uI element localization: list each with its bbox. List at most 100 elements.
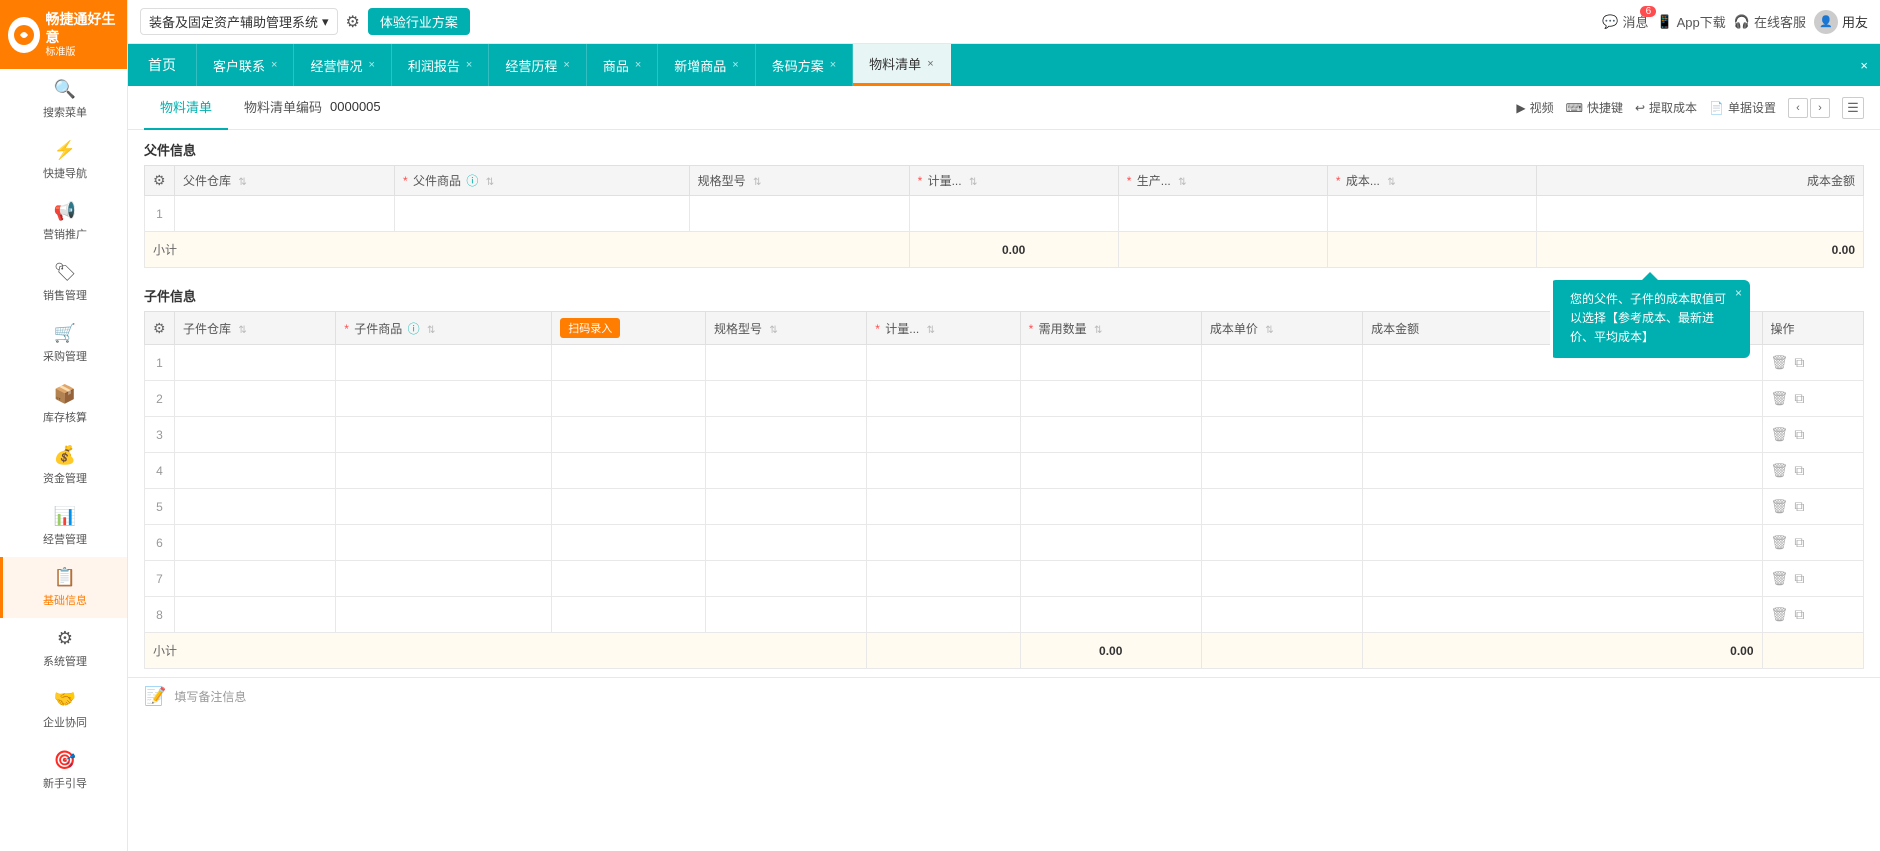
cell-produce[interactable] bbox=[1118, 196, 1327, 232]
cell-child-unit[interactable] bbox=[867, 489, 1020, 525]
system-selector[interactable]: 装备及固定资产辅助管理系统 ▾ bbox=[140, 8, 338, 35]
close-icon[interactable]: × bbox=[635, 59, 641, 71]
user-menu[interactable]: 👤 用友 bbox=[1814, 10, 1868, 34]
copy-icon[interactable]: ⧉ bbox=[1794, 498, 1804, 515]
cell-child-goods[interactable] bbox=[336, 597, 552, 633]
cell-child-unit[interactable] bbox=[867, 597, 1020, 633]
cell-child-spec[interactable] bbox=[705, 525, 866, 561]
tab-barcode[interactable]: 条码方案 × bbox=[756, 44, 853, 86]
info-icon[interactable]: ⓘ bbox=[408, 322, 420, 336]
close-icon[interactable]: × bbox=[466, 59, 472, 71]
cell-required-qty[interactable] bbox=[1020, 525, 1201, 561]
gear-icon[interactable]: ⚙ bbox=[153, 172, 166, 188]
sort-icon[interactable]: ⇅ bbox=[1387, 177, 1395, 188]
cell-child-warehouse[interactable] bbox=[175, 345, 336, 381]
tab-operation[interactable]: 经营情况 × bbox=[294, 44, 391, 86]
sidebar-item-1[interactable]: ⚡快捷导航 bbox=[0, 130, 127, 191]
sidebar-item-3[interactable]: 🏷销售管理 bbox=[0, 252, 127, 313]
cell-child-warehouse[interactable] bbox=[175, 381, 336, 417]
sort-icon[interactable]: ⇅ bbox=[1094, 325, 1102, 336]
scan-button[interactable]: 扫码录入 bbox=[560, 318, 620, 338]
close-icon[interactable]: × bbox=[732, 59, 738, 71]
try-button[interactable]: 体验行业方案 bbox=[368, 8, 470, 35]
cell-child-spec[interactable] bbox=[705, 561, 866, 597]
tab-home[interactable]: 首页 bbox=[128, 44, 197, 86]
message-badge-wrapper[interactable]: 💬 消息 6 bbox=[1602, 12, 1648, 31]
cell-child-spec[interactable] bbox=[705, 489, 866, 525]
hint-text[interactable]: 填写备注信息 bbox=[174, 688, 246, 705]
copy-icon[interactable]: ⧉ bbox=[1794, 534, 1804, 551]
sort-icon[interactable]: ⇅ bbox=[969, 177, 977, 188]
action-single-settings[interactable]: 📄 单据设置 bbox=[1709, 99, 1776, 116]
cell-unit[interactable] bbox=[909, 196, 1118, 232]
cell-child-goods[interactable] bbox=[336, 561, 552, 597]
sidebar-item-6[interactable]: 💰资金管理 bbox=[0, 435, 127, 496]
sidebar-item-2[interactable]: 📢营销推广 bbox=[0, 191, 127, 252]
settings-icon[interactable]: ⚙ bbox=[346, 12, 360, 32]
cell-child-spec[interactable] bbox=[705, 597, 866, 633]
cell-required-qty[interactable] bbox=[1020, 381, 1201, 417]
cell-child-unit[interactable] bbox=[867, 453, 1020, 489]
delete-icon[interactable]: 🗑 bbox=[1771, 354, 1789, 371]
action-shortcut[interactable]: ⌨ 快捷键 bbox=[1566, 99, 1623, 116]
next-arrow[interactable]: › bbox=[1810, 98, 1830, 118]
cell-required-qty[interactable] bbox=[1020, 345, 1201, 381]
sidebar-item-11[interactable]: 🎯新手引导 bbox=[0, 740, 127, 801]
sidebar-item-5[interactable]: 📦库存核算 bbox=[0, 374, 127, 435]
copy-icon[interactable]: ⧉ bbox=[1794, 606, 1804, 623]
close-icon[interactable]: × bbox=[271, 59, 277, 71]
prev-arrow[interactable]: ‹ bbox=[1788, 98, 1808, 118]
cell-child-warehouse[interactable] bbox=[175, 561, 336, 597]
cell-unit-cost[interactable] bbox=[1201, 453, 1362, 489]
delete-icon[interactable]: 🗑 bbox=[1771, 606, 1789, 623]
tab-bom[interactable]: 物料清单 × bbox=[853, 44, 950, 86]
sidebar-item-8[interactable]: 📋基础信息 bbox=[0, 557, 127, 618]
cell-child-warehouse[interactable] bbox=[175, 453, 336, 489]
cell-required-qty[interactable] bbox=[1020, 417, 1201, 453]
app-download-btn[interactable]: 📱 App下载 bbox=[1656, 12, 1725, 31]
close-icon[interactable]: × bbox=[830, 59, 836, 71]
cell-warehouse[interactable] bbox=[175, 196, 395, 232]
tab-customer[interactable]: 客户联系 × bbox=[197, 44, 294, 86]
copy-icon[interactable]: ⧉ bbox=[1794, 570, 1804, 587]
close-icon[interactable]: × bbox=[927, 58, 933, 70]
cell-unit-cost[interactable] bbox=[1201, 381, 1362, 417]
sort-icon[interactable]: ⇅ bbox=[1178, 177, 1186, 188]
tab-goods[interactable]: 商品 × bbox=[587, 44, 658, 86]
info-icon[interactable]: ⓘ bbox=[466, 174, 478, 188]
cell-child-goods[interactable] bbox=[336, 381, 552, 417]
cell-spec[interactable] bbox=[689, 196, 909, 232]
tab-add-goods[interactable]: 新增商品 × bbox=[658, 44, 755, 86]
online-service-btn[interactable]: 🎧 在线客服 bbox=[1734, 12, 1806, 31]
delete-icon[interactable]: 🗑 bbox=[1771, 390, 1789, 407]
cell-unit-cost[interactable] bbox=[1201, 597, 1362, 633]
cell-child-spec[interactable] bbox=[705, 453, 866, 489]
cell-child-spec[interactable] bbox=[705, 381, 866, 417]
sort-icon[interactable]: ⇅ bbox=[769, 325, 777, 336]
cell-unit-cost[interactable] bbox=[1201, 525, 1362, 561]
cell-unit-cost[interactable] bbox=[1201, 417, 1362, 453]
sub-tab-bom-list[interactable]: 物料清单 bbox=[144, 86, 228, 130]
tooltip-close-btn[interactable]: × bbox=[1735, 284, 1742, 303]
cell-child-goods[interactable] bbox=[336, 489, 552, 525]
cell-child-unit[interactable] bbox=[867, 525, 1020, 561]
cell-child-warehouse[interactable] bbox=[175, 489, 336, 525]
tab-profit[interactable]: 利润报告 × bbox=[392, 44, 489, 86]
sort-icon[interactable]: ⇅ bbox=[927, 325, 935, 336]
cell-unit-cost[interactable] bbox=[1201, 345, 1362, 381]
sort-icon[interactable]: ⇅ bbox=[427, 325, 435, 336]
delete-icon[interactable]: 🗑 bbox=[1771, 462, 1789, 479]
cell-required-qty[interactable] bbox=[1020, 597, 1201, 633]
delete-icon[interactable]: 🗑 bbox=[1771, 498, 1789, 515]
copy-icon[interactable]: ⧉ bbox=[1794, 354, 1804, 371]
cell-required-qty[interactable] bbox=[1020, 561, 1201, 597]
cell-goods[interactable] bbox=[395, 196, 690, 232]
close-icon[interactable]: × bbox=[563, 59, 569, 71]
action-extract-cost[interactable]: ↩ 提取成本 bbox=[1635, 99, 1697, 116]
cell-unit-cost[interactable] bbox=[1201, 561, 1362, 597]
delete-icon[interactable]: 🗑 bbox=[1771, 426, 1789, 443]
cell-child-warehouse[interactable] bbox=[175, 597, 336, 633]
sidebar-item-7[interactable]: 📊经营管理 bbox=[0, 496, 127, 557]
cell-child-unit[interactable] bbox=[867, 561, 1020, 597]
sidebar-item-4[interactable]: 🛒采购管理 bbox=[0, 313, 127, 374]
